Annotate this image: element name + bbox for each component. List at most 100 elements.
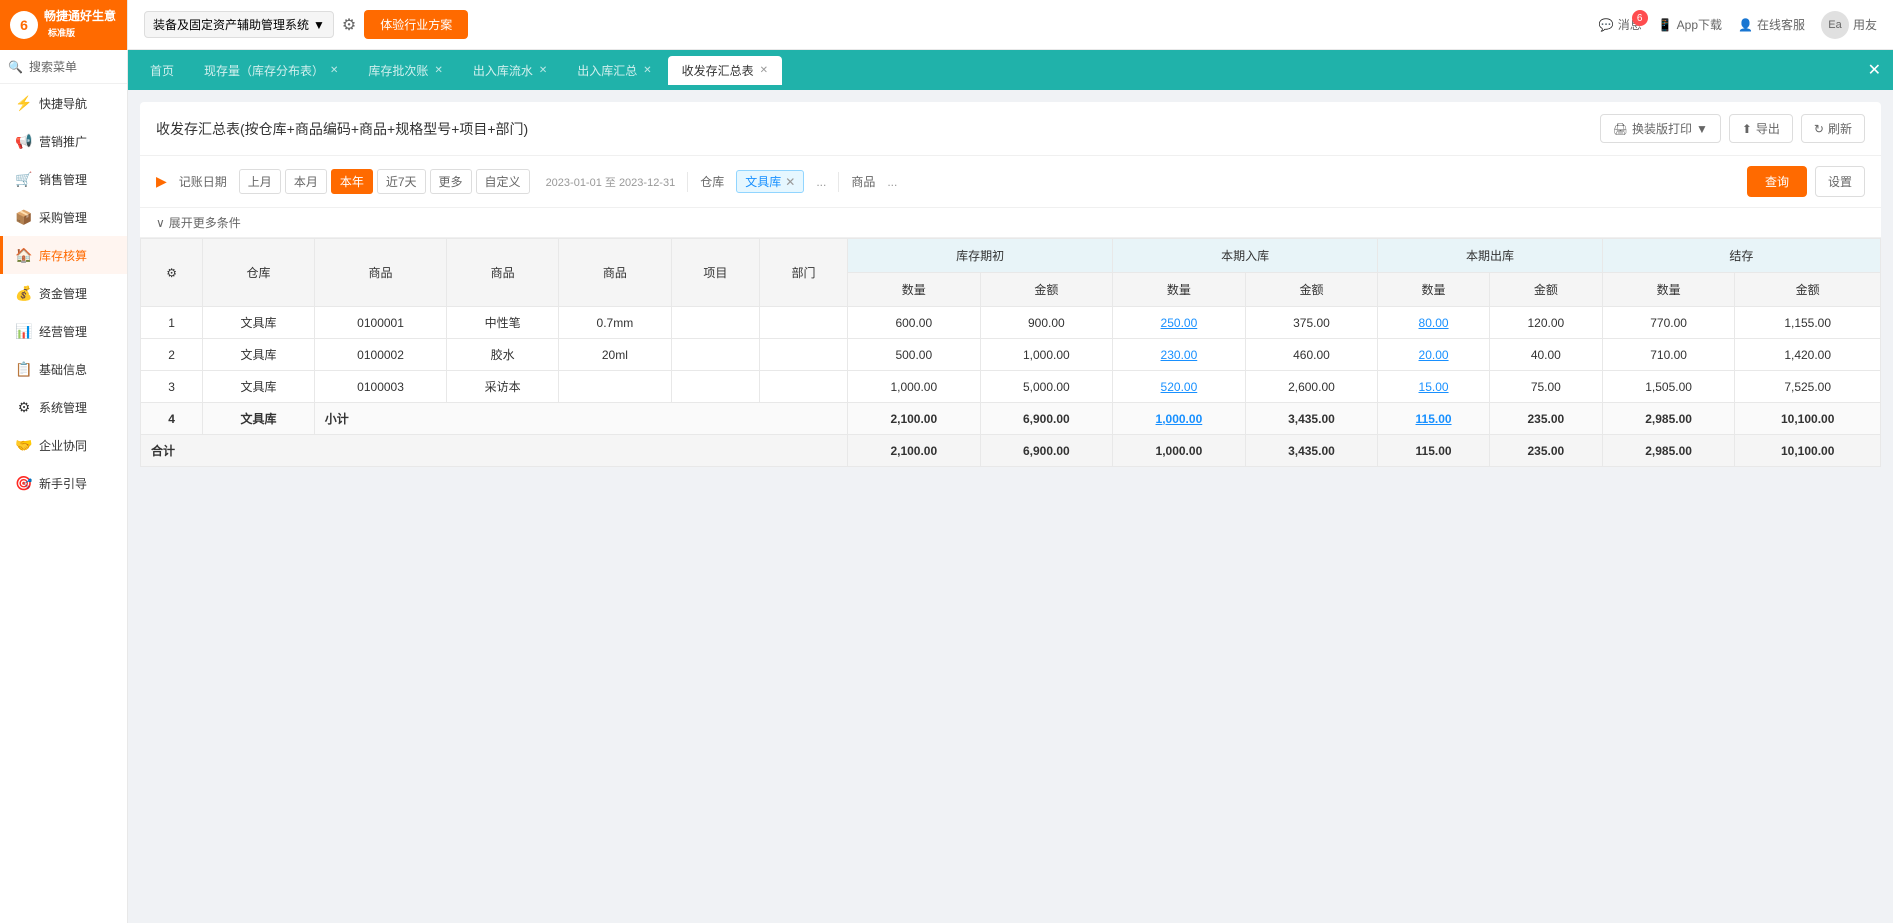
goods-more-options[interactable]: ... bbox=[887, 175, 897, 189]
sidebar-item-经营管理[interactable]: 📊经营管理 bbox=[0, 312, 127, 350]
print-button[interactable]: 🖨 换装版打印 ▼ bbox=[1600, 114, 1721, 143]
cell-in-qty-0[interactable]: 250.00 bbox=[1113, 307, 1246, 339]
col-settings[interactable]: ⚙ bbox=[141, 239, 203, 307]
tab-3[interactable]: 出入库流水✕ bbox=[459, 56, 561, 85]
refresh-button[interactable]: ↻ 刷新 bbox=[1801, 114, 1865, 143]
date-filter-label: 记账日期 bbox=[179, 173, 227, 190]
search-menu-label: 搜索菜单 bbox=[29, 58, 77, 75]
tab-close-5[interactable]: ✕ bbox=[760, 65, 768, 76]
logo-icon: 6 bbox=[10, 11, 38, 39]
table-header-row-1: ⚙ 仓库 商品 商品 商品 项目 部门 库存期初 本期入库 本期出库 结存 bbox=[141, 239, 1881, 273]
sidebar-item-营销推广[interactable]: 📢营销推广 bbox=[0, 122, 127, 160]
date-btn-7days[interactable]: 近7天 bbox=[377, 169, 426, 194]
tab-4[interactable]: 出入库汇总✕ bbox=[563, 56, 665, 85]
cell-in-qty-1[interactable]: 230.00 bbox=[1113, 339, 1246, 371]
subtotal-warehouse: 文具库 bbox=[203, 403, 315, 435]
warehouse-filter-tag[interactable]: 文具库 ✕ bbox=[736, 170, 804, 193]
cell-opening-amount-2: 5,000.00 bbox=[980, 371, 1113, 403]
sidebar-search-menu[interactable]: 🔍 搜索菜单 bbox=[0, 50, 127, 84]
cell-project-1 bbox=[671, 339, 759, 371]
date-btn-more[interactable]: 更多 bbox=[430, 169, 472, 194]
print-label: 换装版打印 bbox=[1632, 120, 1692, 137]
tab-1[interactable]: 现存量（库存分布表）✕ bbox=[190, 56, 352, 85]
sidebar-nav: ⚡快捷导航📢营销推广🛒销售管理📦采购管理🏠库存核算💰资金管理📊经营管理📋基础信息… bbox=[0, 84, 127, 502]
warehouse-more-options[interactable]: ... bbox=[816, 175, 826, 189]
settings-button[interactable]: 设置 bbox=[1815, 166, 1865, 197]
tab-5[interactable]: 收发存汇总表✕ bbox=[668, 56, 782, 85]
col-closing-group-header: 结存 bbox=[1602, 239, 1880, 273]
date-btn-this-month[interactable]: 本月 bbox=[285, 169, 327, 194]
tab-0[interactable]: 首页 bbox=[136, 56, 188, 85]
cell-out-qty-0[interactable]: 80.00 bbox=[1378, 307, 1490, 339]
cell-opening-qty-1: 500.00 bbox=[848, 339, 981, 371]
total-out-qty: 115.00 bbox=[1378, 435, 1490, 467]
total-out-amount: 235.00 bbox=[1489, 435, 1602, 467]
nav-icon-9: 🤝 bbox=[15, 436, 33, 454]
cell-out-qty-1[interactable]: 20.00 bbox=[1378, 339, 1490, 371]
filter-divider-1 bbox=[687, 172, 688, 192]
warehouse-tag-remove-icon[interactable]: ✕ bbox=[785, 175, 795, 189]
system-selector[interactable]: 装备及固定资产辅助管理系统 ▼ bbox=[144, 11, 334, 38]
col-opening-amount-header: 金额 bbox=[980, 273, 1113, 307]
cell-closing-amount-0: 1,155.00 bbox=[1735, 307, 1881, 339]
notification-icon-item[interactable]: 💬 消息 6 bbox=[1599, 16, 1642, 33]
tabbar-close-icon[interactable]: ✕ bbox=[1864, 56, 1885, 84]
logo-tag: 标准版 bbox=[44, 27, 79, 41]
subtotal-row: 4 文具库 小计 2,100.00 6,900.00 1,000.00 3,43… bbox=[141, 403, 1881, 435]
sidebar-item-基础信息[interactable]: 📋基础信息 bbox=[0, 350, 127, 388]
sidebar-item-系统管理[interactable]: ⚙系统管理 bbox=[0, 388, 127, 426]
cell-in-amount-0: 375.00 bbox=[1245, 307, 1378, 339]
gear-settings-icon[interactable]: ⚙ bbox=[342, 15, 356, 35]
subtotal-in-qty[interactable]: 1,000.00 bbox=[1113, 403, 1246, 435]
cell-project-0 bbox=[671, 307, 759, 339]
export-button[interactable]: ⬆ 导出 bbox=[1729, 114, 1793, 143]
logo-main-title: 畅捷通好生意 bbox=[44, 9, 116, 25]
expand-arrow[interactable]: ▶ bbox=[156, 173, 167, 190]
nav-icon-10: 🎯 bbox=[15, 474, 33, 492]
tab-close-4[interactable]: ✕ bbox=[643, 65, 651, 76]
cell-out-amount-0: 120.00 bbox=[1489, 307, 1602, 339]
app-download-item[interactable]: 📱 App下载 bbox=[1658, 16, 1722, 33]
subtotal-label: 小计 bbox=[314, 403, 847, 435]
filter-action-group: 查询 设置 bbox=[1747, 166, 1865, 197]
try-industry-button[interactable]: 体验行业方案 bbox=[364, 10, 468, 39]
tab-close-1[interactable]: ✕ bbox=[330, 65, 338, 76]
cell-goods-code-1: 0100002 bbox=[314, 339, 447, 371]
subtotal-out-qty[interactable]: 115.00 bbox=[1378, 403, 1490, 435]
subtotal-no: 4 bbox=[141, 403, 203, 435]
data-table-container: ⚙ 仓库 商品 商品 商品 项目 部门 库存期初 本期入库 本期出库 结存 bbox=[140, 238, 1881, 467]
date-btn-custom[interactable]: 自定义 bbox=[476, 169, 530, 194]
date-btn-last-month[interactable]: 上月 bbox=[239, 169, 281, 194]
sidebar-item-库存核算[interactable]: 🏠库存核算 bbox=[0, 236, 127, 274]
cell-closing-qty-1: 710.00 bbox=[1602, 339, 1735, 371]
cell-goods-name-1: 胶水 bbox=[447, 339, 559, 371]
cell-in-qty-2[interactable]: 520.00 bbox=[1113, 371, 1246, 403]
nav-label-9: 企业协同 bbox=[39, 437, 87, 454]
sidebar-item-新手引导[interactable]: 🎯新手引导 bbox=[0, 464, 127, 502]
query-button[interactable]: 查询 bbox=[1747, 166, 1807, 197]
nav-icon-2: 🛒 bbox=[15, 170, 33, 188]
filter-bar: ▶ 记账日期 上月 本月 本年 近7天 更多 自定义 2023-01-01 至 … bbox=[140, 156, 1881, 208]
nav-label-0: 快捷导航 bbox=[39, 95, 87, 112]
user-item[interactable]: Ea 用友 bbox=[1821, 11, 1877, 39]
expand-conditions-bar[interactable]: ∨ 展开更多条件 bbox=[140, 208, 1881, 238]
tab-2[interactable]: 库存批次账✕ bbox=[354, 56, 456, 85]
expand-conditions-label: 展开更多条件 bbox=[169, 214, 241, 231]
sidebar-item-快捷导航[interactable]: ⚡快捷导航 bbox=[0, 84, 127, 122]
date-btn-this-year[interactable]: 本年 bbox=[331, 169, 373, 194]
nav-label-5: 资金管理 bbox=[39, 285, 87, 302]
tab-close-3[interactable]: ✕ bbox=[539, 65, 547, 76]
page-card: 收发存汇总表(按仓库+商品编码+商品+规格型号+项目+部门) 🖨 换装版打印 ▼… bbox=[140, 102, 1881, 467]
sidebar-item-采购管理[interactable]: 📦采购管理 bbox=[0, 198, 127, 236]
online-service-item[interactable]: 👤 在线客服 bbox=[1738, 16, 1805, 33]
sidebar-item-企业协同[interactable]: 🤝 企业协同 bbox=[0, 426, 127, 464]
sidebar-item-销售管理[interactable]: 🛒销售管理 bbox=[0, 160, 127, 198]
cell-opening-amount-0: 900.00 bbox=[980, 307, 1113, 339]
sidebar-item-资金管理[interactable]: 💰资金管理 bbox=[0, 274, 127, 312]
cell-out-qty-2[interactable]: 15.00 bbox=[1378, 371, 1490, 403]
cell-goods-spec-1: 20ml bbox=[558, 339, 671, 371]
subtotal-opening-qty: 2,100.00 bbox=[848, 403, 981, 435]
cell-department-2 bbox=[759, 371, 847, 403]
tab-close-2[interactable]: ✕ bbox=[434, 65, 442, 76]
cell-closing-qty-0: 770.00 bbox=[1602, 307, 1735, 339]
